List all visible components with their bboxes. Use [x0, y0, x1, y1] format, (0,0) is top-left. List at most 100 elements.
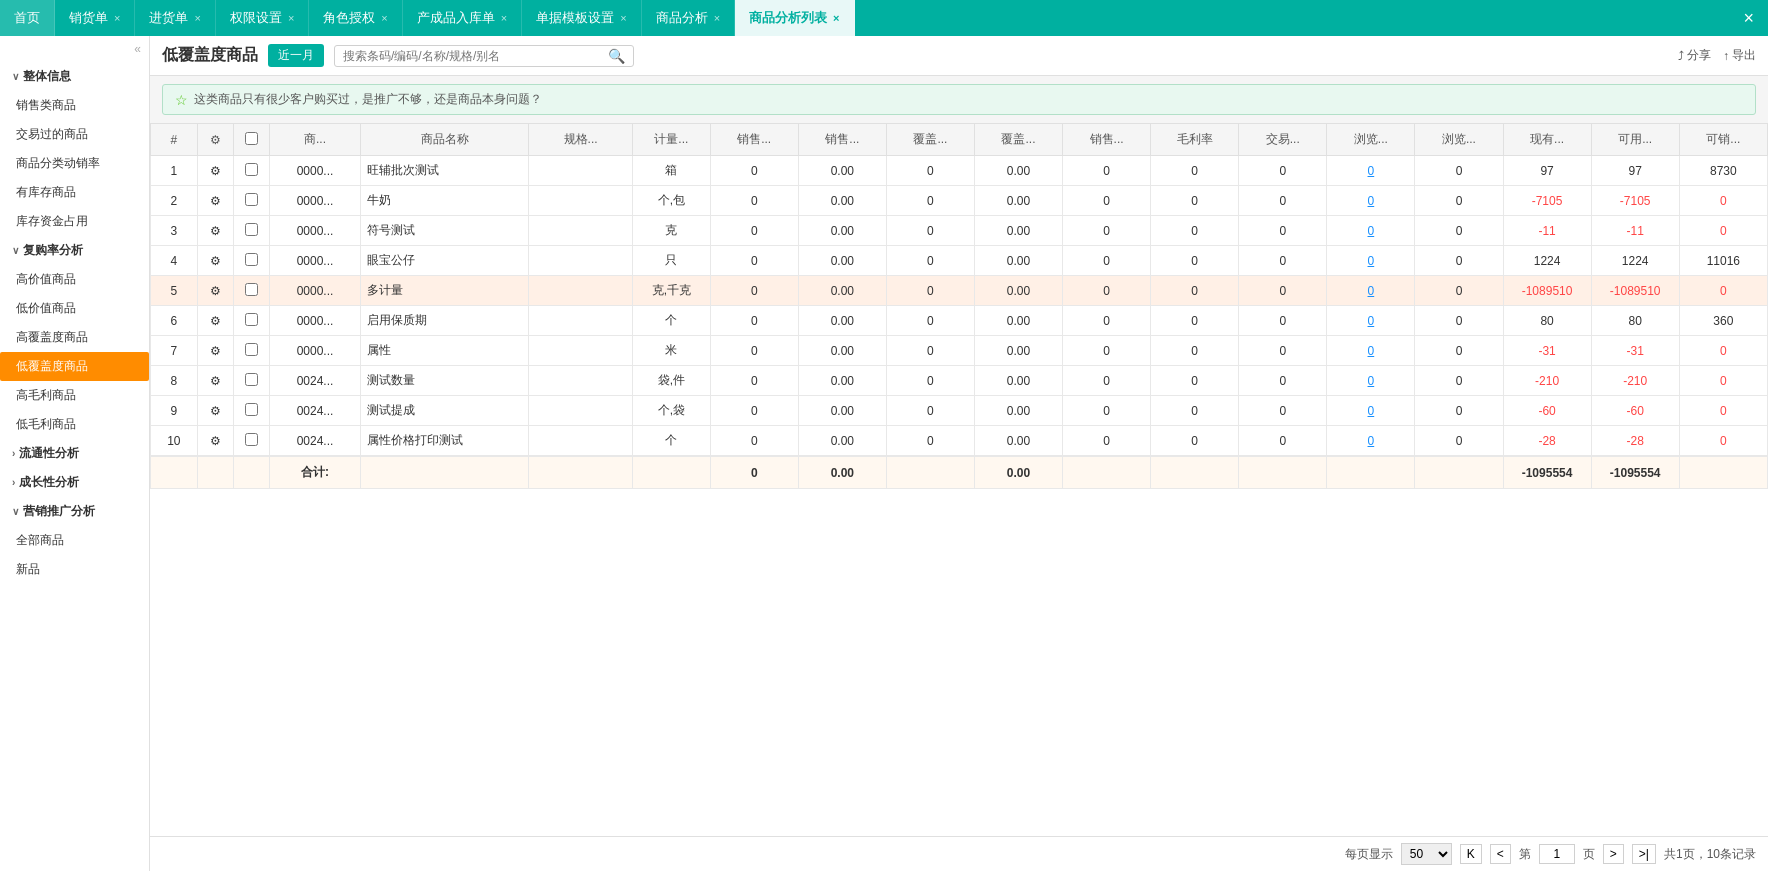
row-browse1[interactable]: 0	[1327, 186, 1415, 216]
sidebar-section-growth[interactable]: › 成长性分析	[0, 468, 149, 497]
last-page-button[interactable]: >|	[1632, 844, 1656, 864]
row-checkbox[interactable]	[233, 366, 269, 396]
close-icon[interactable]: ×	[381, 12, 387, 24]
row-settings[interactable]: ⚙	[197, 336, 233, 366]
row-checkbox[interactable]	[233, 216, 269, 246]
col-checkbox[interactable]	[233, 124, 269, 156]
row-name[interactable]: 旺辅批次测试	[360, 156, 528, 186]
row-name[interactable]: 测试提成	[360, 396, 528, 426]
nav-sales-order[interactable]: 销货单 ×	[55, 0, 135, 36]
row-stock-sell: 0	[1679, 366, 1767, 396]
nav-role-auth[interactable]: 角色授权 ×	[309, 0, 402, 36]
sidebar-item-high-value[interactable]: 高价值商品	[0, 265, 149, 294]
totals-row: 合计: 0 0.00 0.00 -1095554 -1095554	[151, 457, 1768, 489]
close-icon[interactable]: ×	[714, 12, 720, 24]
sidebar-item-all-goods[interactable]: 全部商品	[0, 526, 149, 555]
close-icon[interactable]: ×	[833, 12, 839, 24]
nav-product-analysis[interactable]: 商品分析 ×	[642, 0, 735, 36]
row-browse1[interactable]: 0	[1327, 396, 1415, 426]
sidebar-item-low-profit[interactable]: 低毛利商品	[0, 410, 149, 439]
data-table-container[interactable]: # ⚙ 商... 商品名称 规格... 计量... 销售... 销售... 覆盖…	[150, 123, 1768, 836]
share-button[interactable]: ⤴ 分享	[1678, 47, 1711, 64]
row-settings[interactable]: ⚙	[197, 246, 233, 276]
row-browse1[interactable]: 0	[1327, 306, 1415, 336]
nav-home[interactable]: 首页	[0, 0, 55, 36]
sidebar-item-category-rate[interactable]: 商品分类动销率	[0, 149, 149, 178]
row-checkbox[interactable]	[233, 246, 269, 276]
sidebar-item-high-profit[interactable]: 高毛利商品	[0, 381, 149, 410]
row-settings[interactable]: ⚙	[197, 156, 233, 186]
row-name[interactable]: 属性价格打印测试	[360, 426, 528, 456]
nav-template-settings[interactable]: 单据模板设置 ×	[522, 0, 641, 36]
row-settings[interactable]: ⚙	[197, 366, 233, 396]
nav-permission-settings[interactable]: 权限设置 ×	[216, 0, 309, 36]
per-page-select[interactable]: 50 20 100	[1401, 843, 1452, 865]
close-icon[interactable]: ×	[620, 12, 626, 24]
search-input[interactable]	[343, 49, 608, 63]
sidebar-item-stock-goods[interactable]: 有库存商品	[0, 178, 149, 207]
sidebar-item-stock-capital[interactable]: 库存资金占用	[0, 207, 149, 236]
row-settings[interactable]: ⚙	[197, 306, 233, 336]
row-checkbox[interactable]	[233, 156, 269, 186]
time-filter-button[interactable]: 近一月	[268, 44, 324, 67]
sidebar-collapse-button[interactable]: «	[0, 36, 149, 62]
row-checkbox[interactable]	[233, 336, 269, 366]
row-checkbox[interactable]	[233, 186, 269, 216]
row-browse1[interactable]: 0	[1327, 216, 1415, 246]
nav-purchase-order[interactable]: 进货单 ×	[135, 0, 215, 36]
row-settings[interactable]: ⚙	[197, 276, 233, 306]
row-browse1[interactable]: 0	[1327, 276, 1415, 306]
next-page-button[interactable]: >	[1603, 844, 1624, 864]
first-page-button[interactable]: K	[1460, 844, 1482, 864]
row-browse1[interactable]: 0	[1327, 366, 1415, 396]
row-checkbox[interactable]	[233, 276, 269, 306]
col-settings[interactable]: ⚙	[197, 124, 233, 156]
sidebar-item-low-value[interactable]: 低价值商品	[0, 294, 149, 323]
totals-stock-avail: -1095554	[1591, 457, 1679, 489]
row-browse1[interactable]: 0	[1327, 246, 1415, 276]
col-product-name: 商品名称	[360, 124, 528, 156]
select-all-checkbox[interactable]	[245, 132, 258, 145]
nav-product-warehouse[interactable]: 产成品入库单 ×	[403, 0, 522, 36]
row-settings[interactable]: ⚙	[197, 426, 233, 456]
close-icon[interactable]: ×	[194, 12, 200, 24]
row-browse1[interactable]: 0	[1327, 426, 1415, 456]
totals-empty9	[1239, 457, 1327, 489]
window-close-button[interactable]: ×	[1729, 8, 1768, 29]
row-browse1[interactable]: 0	[1327, 336, 1415, 366]
close-icon[interactable]: ×	[501, 12, 507, 24]
sidebar-section-flow[interactable]: › 流通性分析	[0, 439, 149, 468]
export-button[interactable]: ↑ 导出	[1723, 47, 1756, 64]
sidebar-section-coverage: ∨ 复购率分析	[0, 236, 149, 265]
row-checkbox[interactable]	[233, 396, 269, 426]
close-icon[interactable]: ×	[114, 12, 120, 24]
close-icon[interactable]: ×	[288, 12, 294, 24]
row-checkbox[interactable]	[233, 426, 269, 456]
prev-page-button[interactable]: <	[1490, 844, 1511, 864]
sidebar-item-high-coverage[interactable]: 高覆盖度商品	[0, 323, 149, 352]
row-spec	[529, 426, 633, 456]
table-row: 7 ⚙ 0000... 属性 米 0 0.00 0 0.00 0 0 0 0 0…	[151, 336, 1768, 366]
nav-product-analysis-list[interactable]: 商品分析列表 ×	[735, 0, 854, 36]
row-sales-d: 0	[1063, 216, 1151, 246]
col-product-code[interactable]: 商...	[270, 124, 361, 156]
sidebar-item-sales-goods[interactable]: 销售类商品	[0, 91, 149, 120]
row-name[interactable]: 属性	[360, 336, 528, 366]
sidebar-item-traded-goods[interactable]: 交易过的商品	[0, 120, 149, 149]
row-browse1[interactable]: 0	[1327, 156, 1415, 186]
row-stock-sell: 0	[1679, 336, 1767, 366]
row-settings[interactable]: ⚙	[197, 186, 233, 216]
row-name[interactable]: 符号测试	[360, 216, 528, 246]
row-checkbox[interactable]	[233, 306, 269, 336]
row-name[interactable]: 眼宝公仔	[360, 246, 528, 276]
sidebar-item-new-goods[interactable]: 新品	[0, 555, 149, 584]
row-name[interactable]: 测试数量	[360, 366, 528, 396]
row-settings[interactable]: ⚙	[197, 216, 233, 246]
row-name[interactable]: 启用保质期	[360, 306, 528, 336]
page-input[interactable]	[1539, 844, 1575, 864]
row-name[interactable]: 多计量	[360, 276, 528, 306]
row-stock-curr: 1224	[1503, 246, 1591, 276]
sidebar-item-low-coverage[interactable]: 低覆盖度商品	[0, 352, 149, 381]
row-settings[interactable]: ⚙	[197, 396, 233, 426]
row-name[interactable]: 牛奶	[360, 186, 528, 216]
